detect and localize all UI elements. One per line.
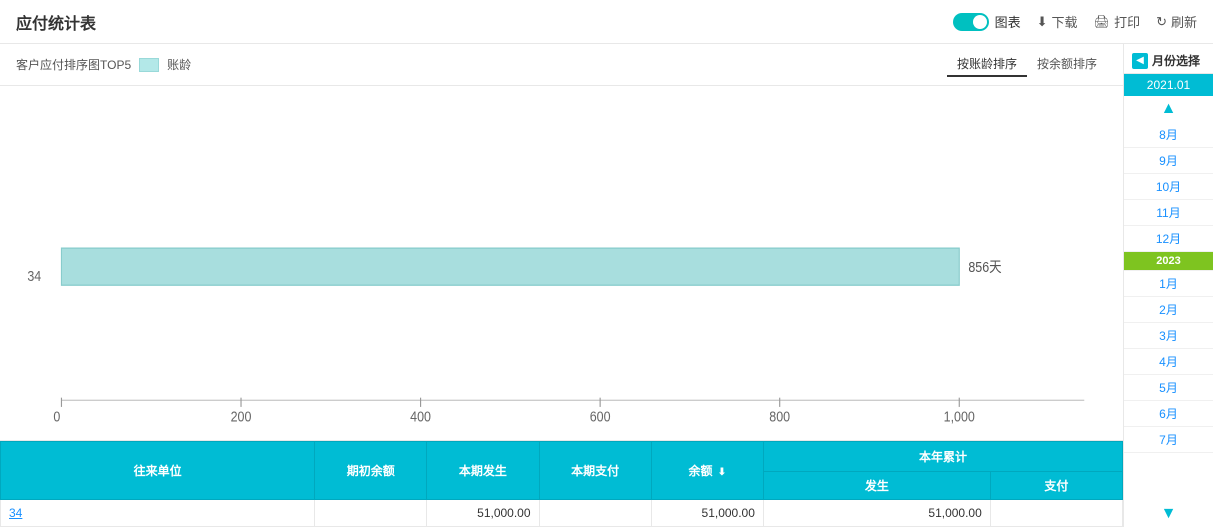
chart-area: 34 856天 0 200 400 600 <box>0 86 1123 440</box>
download-icon: ⬇ <box>1037 14 1048 30</box>
col-header-year-group: 本年累计 <box>763 442 1122 472</box>
balance-sort-icon: ⬇ <box>718 467 726 478</box>
print-button[interactable]: 🖨 打印 <box>1094 12 1141 31</box>
refresh-icon: ↻ <box>1156 14 1167 30</box>
sidebar-title: 月份选择 <box>1152 52 1200 69</box>
chart-sort-buttons: 按账龄排序 按余额排序 <box>947 52 1107 77</box>
print-label: 打印 <box>1114 12 1140 31</box>
cell-year-occur: 51,000.00 <box>763 500 990 527</box>
x-label-1000: 1,000 <box>944 409 975 425</box>
x-label-200: 200 <box>231 409 252 425</box>
sidebar-month-item[interactable]: 2月 <box>1124 297 1213 323</box>
bar-end-label: 856天 <box>968 259 1002 275</box>
chart-toggle-switch[interactable] <box>953 13 989 31</box>
sidebar-month-item[interactable]: 3月 <box>1124 323 1213 349</box>
sidebar-month-item[interactable]: 7月 <box>1124 427 1213 453</box>
sidebar-month-item[interactable]: 12月 <box>1124 226 1213 252</box>
main-content: 客户应付排序图TOP5 账龄 按账龄排序 按余额排序 34 856天 <box>0 44 1213 527</box>
table-row: 34 51,000.00 51,000.00 51,000.00 <box>1 500 1123 527</box>
chart-svg: 34 856天 0 200 400 600 <box>16 96 1107 440</box>
col-header-period-bal: 期初余额 <box>315 442 427 500</box>
sidebar-month-item[interactable]: 11月 <box>1124 200 1213 226</box>
header: 应付统计表 图表 ⬇ 下载 🖨 打印 ↻ 刷新 <box>0 0 1213 44</box>
cell-period-pay <box>539 500 651 527</box>
sort-by-amount-button[interactable]: 按余额排序 <box>1027 52 1107 77</box>
x-label-0: 0 <box>53 409 60 425</box>
sidebar: ◀ 月份选择 2021.01 ▲ 8月9月10月11月12月20231月2月3月… <box>1123 44 1213 527</box>
chart-toggle-group: 图表 <box>953 12 1021 31</box>
cell-balance: 51,000.00 <box>651 500 763 527</box>
cell-period-bal <box>315 500 427 527</box>
col-header-unit: 往来单位 <box>1 442 315 500</box>
sidebar-header: ◀ 月份选择 <box>1124 44 1213 74</box>
sidebar-expand-button[interactable]: ◀ <box>1132 53 1148 69</box>
sidebar-months-list: 8月9月10月11月12月20231月2月3月4月5月6月7月 <box>1124 122 1213 501</box>
col-header-period-occur: 本期发生 <box>427 442 539 500</box>
sidebar-month-item[interactable]: 8月 <box>1124 122 1213 148</box>
page-title: 应付统计表 <box>16 10 96 34</box>
table-body: 34 51,000.00 51,000.00 51,000.00 <box>1 500 1123 527</box>
chart-header: 客户应付排序图TOP5 账龄 按账龄排序 按余额排序 <box>0 44 1123 86</box>
sidebar-month-item[interactable]: 9月 <box>1124 148 1213 174</box>
print-icon: 🖨 <box>1094 14 1111 30</box>
table-section: 往来单位 期初余额 本期发生 本期支付 余额 ⬇ 本年累计 发生 <box>0 440 1123 527</box>
x-label-400: 400 <box>410 409 431 425</box>
app-container: 应付统计表 图表 ⬇ 下载 🖨 打印 ↻ 刷新 <box>0 0 1213 527</box>
legend-title: 客户应付排序图TOP5 <box>16 56 131 73</box>
x-label-600: 600 <box>590 409 611 425</box>
data-table: 往来单位 期初余额 本期发生 本期支付 余额 ⬇ 本年累计 发生 <box>0 441 1123 527</box>
cell-unit: 34 <box>1 500 315 527</box>
chart-bar <box>61 248 959 285</box>
chart-toggle-label: 图表 <box>995 12 1021 31</box>
sidebar-year-display: 2021.01 <box>1124 74 1213 96</box>
sidebar-month-item[interactable]: 4月 <box>1124 349 1213 375</box>
refresh-label: 刷新 <box>1171 12 1197 31</box>
chart-section: 客户应付排序图TOP5 账龄 按账龄排序 按余额排序 34 856天 <box>0 44 1123 527</box>
sidebar-month-item[interactable]: 2023 <box>1124 252 1213 271</box>
cell-period-occur: 51,000.00 <box>427 500 539 527</box>
col-header-year-pay: 支付 <box>990 472 1122 500</box>
download-label: 下载 <box>1052 12 1078 31</box>
sidebar-month-item[interactable]: 5月 <box>1124 375 1213 401</box>
sidebar-month-item[interactable]: 10月 <box>1124 174 1213 200</box>
refresh-button[interactable]: ↻ 刷新 <box>1156 12 1197 31</box>
chart-legend: 客户应付排序图TOP5 账龄 <box>16 56 191 73</box>
col-header-year-occur: 发生 <box>763 472 990 500</box>
x-label-800: 800 <box>769 409 790 425</box>
sidebar-down-button[interactable]: ▼ <box>1124 501 1213 527</box>
cell-year-pay <box>990 500 1122 527</box>
col-header-period-pay: 本期支付 <box>539 442 651 500</box>
download-button[interactable]: ⬇ 下载 <box>1037 12 1078 31</box>
legend-color-box <box>139 58 159 72</box>
table-header-row-1: 往来单位 期初余额 本期发生 本期支付 余额 ⬇ 本年累计 <box>1 442 1123 472</box>
legend-item-label: 账龄 <box>167 56 191 73</box>
unit-link[interactable]: 34 <box>9 506 22 520</box>
sidebar-month-item[interactable]: 6月 <box>1124 401 1213 427</box>
y-axis-label: 34 <box>27 268 41 284</box>
balance-label: 余额 <box>688 464 712 478</box>
sort-by-balance-button[interactable]: 按账龄排序 <box>947 52 1027 77</box>
sidebar-up-button[interactable]: ▲ <box>1124 96 1213 122</box>
col-header-balance: 余额 ⬇ <box>651 442 763 500</box>
header-actions: 图表 ⬇ 下载 🖨 打印 ↻ 刷新 <box>953 12 1197 31</box>
sidebar-month-item[interactable]: 1月 <box>1124 271 1213 297</box>
